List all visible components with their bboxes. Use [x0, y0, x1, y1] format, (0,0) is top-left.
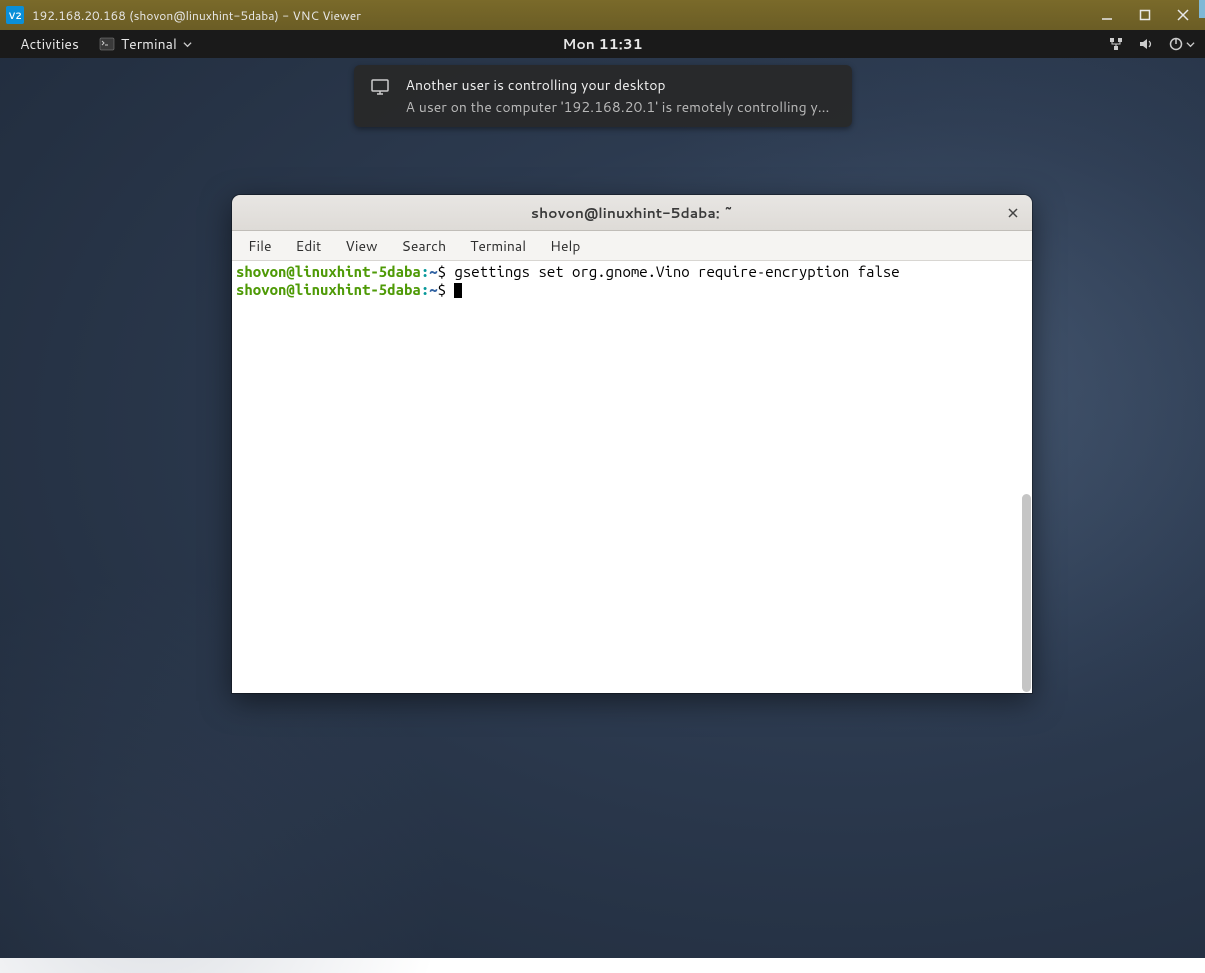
network-indicator[interactable] [1108, 36, 1124, 52]
menu-search[interactable]: Search [392, 232, 457, 260]
chevron-down-icon [183, 40, 192, 49]
menu-edit[interactable]: Edit [286, 232, 332, 260]
notification-description: A user on the computer '192.168.20.1' is… [406, 97, 836, 117]
terminal-cursor [454, 283, 462, 298]
power-indicator[interactable] [1168, 36, 1195, 52]
activities-button[interactable]: Activities [10, 34, 89, 54]
window-title: shovon@linuxhint-5daba: ~ [531, 203, 733, 223]
scrollbar-thumb[interactable] [1022, 494, 1031, 692]
window-titlebar[interactable]: shovon@linuxhint-5daba: ~ [232, 195, 1032, 231]
gnome-top-bar: Activities Terminal Mon 11:31 [0, 30, 1205, 58]
terminal-line-2: shovon@linuxhint-5daba:~$ [236, 281, 1028, 299]
terminal-app-icon [99, 36, 115, 52]
terminal-menubar: File Edit View Search Terminal Help [232, 231, 1032, 261]
remote-control-notification[interactable]: Another user is controlling your desktop… [354, 65, 852, 127]
system-tray [1108, 36, 1195, 52]
vnc-window-title: 192.168.20.168 (shovon@linuxhint-5daba) … [32, 7, 1099, 24]
maximize-button[interactable] [1137, 7, 1153, 23]
network-icon [1108, 36, 1124, 52]
terminal-content[interactable]: shovon@linuxhint-5daba:~$ gsettings set … [232, 261, 1032, 693]
clock[interactable]: Mon 11:31 [562, 34, 642, 54]
vnc-titlebar: V2 192.168.20.168 (shovon@linuxhint-5dab… [0, 0, 1205, 30]
menu-view[interactable]: View [335, 232, 387, 260]
menu-file[interactable]: File [238, 232, 282, 260]
screen-share-icon [370, 77, 390, 97]
notification-title: Another user is controlling your desktop [406, 75, 836, 95]
terminal-window: shovon@linuxhint-5daba: ~ File Edit View… [232, 195, 1032, 693]
close-icon [1007, 207, 1019, 219]
menu-help[interactable]: Help [540, 232, 590, 260]
edge-indicator [1199, 0, 1205, 18]
window-close-button[interactable] [1004, 204, 1022, 222]
speaker-icon [1138, 36, 1154, 52]
chevron-down-icon [1186, 40, 1195, 49]
volume-indicator[interactable] [1138, 36, 1154, 52]
close-button[interactable] [1175, 7, 1191, 23]
app-menu-label: Terminal [121, 34, 177, 54]
app-menu[interactable]: Terminal [89, 34, 202, 54]
power-icon [1168, 36, 1184, 52]
desktop[interactable]: Another user is controlling your desktop… [0, 58, 1205, 973]
menu-terminal[interactable]: Terminal [460, 232, 536, 260]
terminal-line-1: shovon@linuxhint-5daba:~$ gsettings set … [236, 263, 1028, 281]
minimize-button[interactable] [1099, 7, 1115, 23]
vnc-logo-icon: V2 [6, 6, 24, 24]
terminal-scrollbar[interactable] [1020, 261, 1032, 693]
vnc-window-controls [1099, 7, 1199, 23]
bottom-strip [0, 958, 1205, 973]
